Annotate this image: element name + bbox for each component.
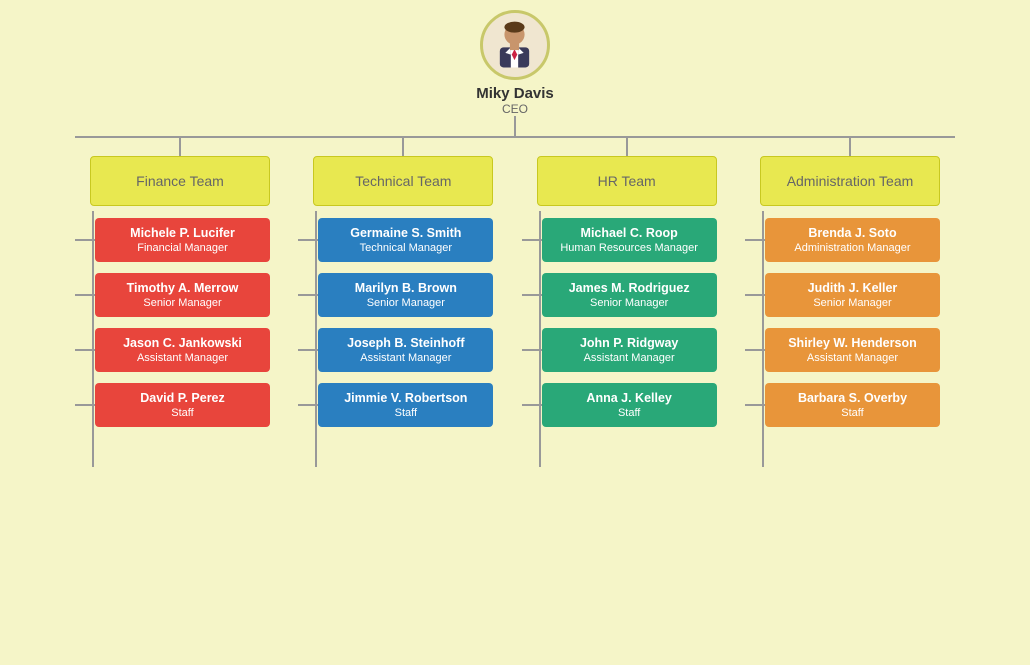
member-name: Michael C. Roop (552, 226, 707, 240)
technical-member-card-0: Germaine S. Smith Technical Manager (318, 218, 493, 262)
list-item: John P. Ridgway Assistant Manager (522, 324, 732, 376)
finance-team-header: Finance Team (90, 156, 270, 206)
member-name: Brenda J. Soto (775, 226, 930, 240)
technical-v-connector (402, 138, 404, 156)
member-title: Senior Manager (775, 297, 930, 309)
technical-member-card-3: Jimmie V. Robertson Staff (318, 383, 493, 427)
member-title: Human Resources Manager (552, 242, 707, 254)
member-name: Jimmie V. Robertson (328, 391, 483, 405)
list-item: Timothy A. Merrow Senior Manager (75, 269, 285, 321)
finance-v-connector (179, 138, 181, 156)
technical-member-card-2: Joseph B. Steinhoff Assistant Manager (318, 328, 493, 372)
member-title: Administration Manager (775, 242, 930, 254)
member-name: Timothy A. Merrow (105, 281, 260, 295)
member-name: David P. Perez (105, 391, 260, 405)
administration-member-card-1: Judith J. Keller Senior Manager (765, 273, 940, 317)
ceo-name: Miky Davis (476, 85, 554, 102)
list-item: Brenda J. Soto Administration Manager (745, 214, 955, 266)
member-title: Assistant Manager (552, 352, 707, 364)
member-title: Assistant Manager (328, 352, 483, 364)
member-title: Staff (552, 407, 707, 419)
member-title: Technical Manager (328, 242, 483, 254)
list-item: Shirley W. Henderson Assistant Manager (745, 324, 955, 376)
technical-team-header: Technical Team (313, 156, 493, 206)
list-item: Michael C. Roop Human Resources Manager (522, 214, 732, 266)
list-item: Barbara S. Overby Staff (745, 379, 955, 431)
administration-team-label: Administration Team (787, 173, 914, 189)
ceo-title: CEO (502, 102, 528, 116)
member-name: Shirley W. Henderson (775, 336, 930, 350)
technical-member-card-1: Marilyn B. Brown Senior Manager (318, 273, 493, 317)
ceo-avatar (480, 10, 550, 80)
member-title: Assistant Manager (775, 352, 930, 364)
column-technical: Technical Team Germaine S. Smith Technical… (298, 138, 508, 434)
member-name: Jason C. Jankowski (105, 336, 260, 350)
administration-team-header: Administration Team (760, 156, 940, 206)
finance-member-card-3: David P. Perez Staff (95, 383, 270, 427)
finance-members: Michele P. Lucifer Financial Manager Timot… (75, 211, 285, 434)
administration-member-card-2: Shirley W. Henderson Assistant Manager (765, 328, 940, 372)
hr-member-card-1: James M. Rodriguez Senior Manager (542, 273, 717, 317)
list-item: Anna J. Kelley Staff (522, 379, 732, 431)
list-item: Michele P. Lucifer Financial Manager (75, 214, 285, 266)
member-title: Staff (775, 407, 930, 419)
member-name: Germaine S. Smith (328, 226, 483, 240)
finance-member-card-1: Timothy A. Merrow Senior Manager (95, 273, 270, 317)
member-name: Joseph B. Steinhoff (328, 336, 483, 350)
list-item: James M. Rodriguez Senior Manager (522, 269, 732, 321)
member-name: Barbara S. Overby (775, 391, 930, 405)
member-name: Michele P. Lucifer (105, 226, 260, 240)
list-item: Joseph B. Steinhoff Assistant Manager (298, 324, 508, 376)
column-hr: HR Team Michael C. Roop Human Resources Ma… (522, 138, 732, 434)
finance-team-label: Finance Team (136, 173, 224, 189)
hr-member-card-2: John P. Ridgway Assistant Manager (542, 328, 717, 372)
member-name: James M. Rodriguez (552, 281, 707, 295)
member-name: Marilyn B. Brown (328, 281, 483, 295)
list-item: Marilyn B. Brown Senior Manager (298, 269, 508, 321)
list-item: Judith J. Keller Senior Manager (745, 269, 955, 321)
member-title: Financial Manager (105, 242, 260, 254)
hr-members: Michael C. Roop Human Resources Manager Ja… (522, 211, 732, 434)
technical-team-label: Technical Team (355, 173, 451, 189)
org-chart: Miky Davis CEO Finance Team Michele P. Lu… (10, 10, 1020, 434)
member-title: Assistant Manager (105, 352, 260, 364)
finance-member-card-0: Michele P. Lucifer Financial Manager (95, 218, 270, 262)
member-title: Senior Manager (105, 297, 260, 309)
administration-members: Brenda J. Soto Administration Manager Judi… (745, 211, 955, 434)
list-item: Jimmie V. Robertson Staff (298, 379, 508, 431)
administration-v-connector (849, 138, 851, 156)
member-title: Senior Manager (552, 297, 707, 309)
hr-member-card-3: Anna J. Kelley Staff (542, 383, 717, 427)
hr-team-header: HR Team (537, 156, 717, 206)
hr-bracket-v (539, 211, 541, 467)
finance-bracket-v (92, 211, 94, 467)
member-name: John P. Ridgway (552, 336, 707, 350)
member-name: Judith J. Keller (775, 281, 930, 295)
administration-member-card-3: Barbara S. Overby Staff (765, 383, 940, 427)
hr-v-connector (626, 138, 628, 156)
member-title: Senior Manager (328, 297, 483, 309)
column-administration: Administration Team Brenda J. Soto Adminis… (745, 138, 955, 434)
administration-bracket-v (762, 211, 764, 467)
administration-member-card-0: Brenda J. Soto Administration Manager (765, 218, 940, 262)
member-name: Anna J. Kelley (552, 391, 707, 405)
finance-member-card-2: Jason C. Jankowski Assistant Manager (95, 328, 270, 372)
member-title: Staff (105, 407, 260, 419)
hr-team-label: HR Team (598, 173, 656, 189)
list-item: Jason C. Jankowski Assistant Manager (75, 324, 285, 376)
hr-member-card-0: Michael C. Roop Human Resources Manager (542, 218, 717, 262)
technical-members: Germaine S. Smith Technical Manager Marily… (298, 211, 508, 434)
ceo-section: Miky Davis CEO (476, 10, 554, 116)
member-title: Staff (328, 407, 483, 419)
ceo-connector-v (514, 116, 516, 136)
column-finance: Finance Team Michele P. Lucifer Financial … (75, 138, 285, 434)
technical-bracket-v (315, 211, 317, 467)
list-item: David P. Perez Staff (75, 379, 285, 431)
columns-container: Finance Team Michele P. Lucifer Financial … (75, 138, 955, 434)
list-item: Germaine S. Smith Technical Manager (298, 214, 508, 266)
